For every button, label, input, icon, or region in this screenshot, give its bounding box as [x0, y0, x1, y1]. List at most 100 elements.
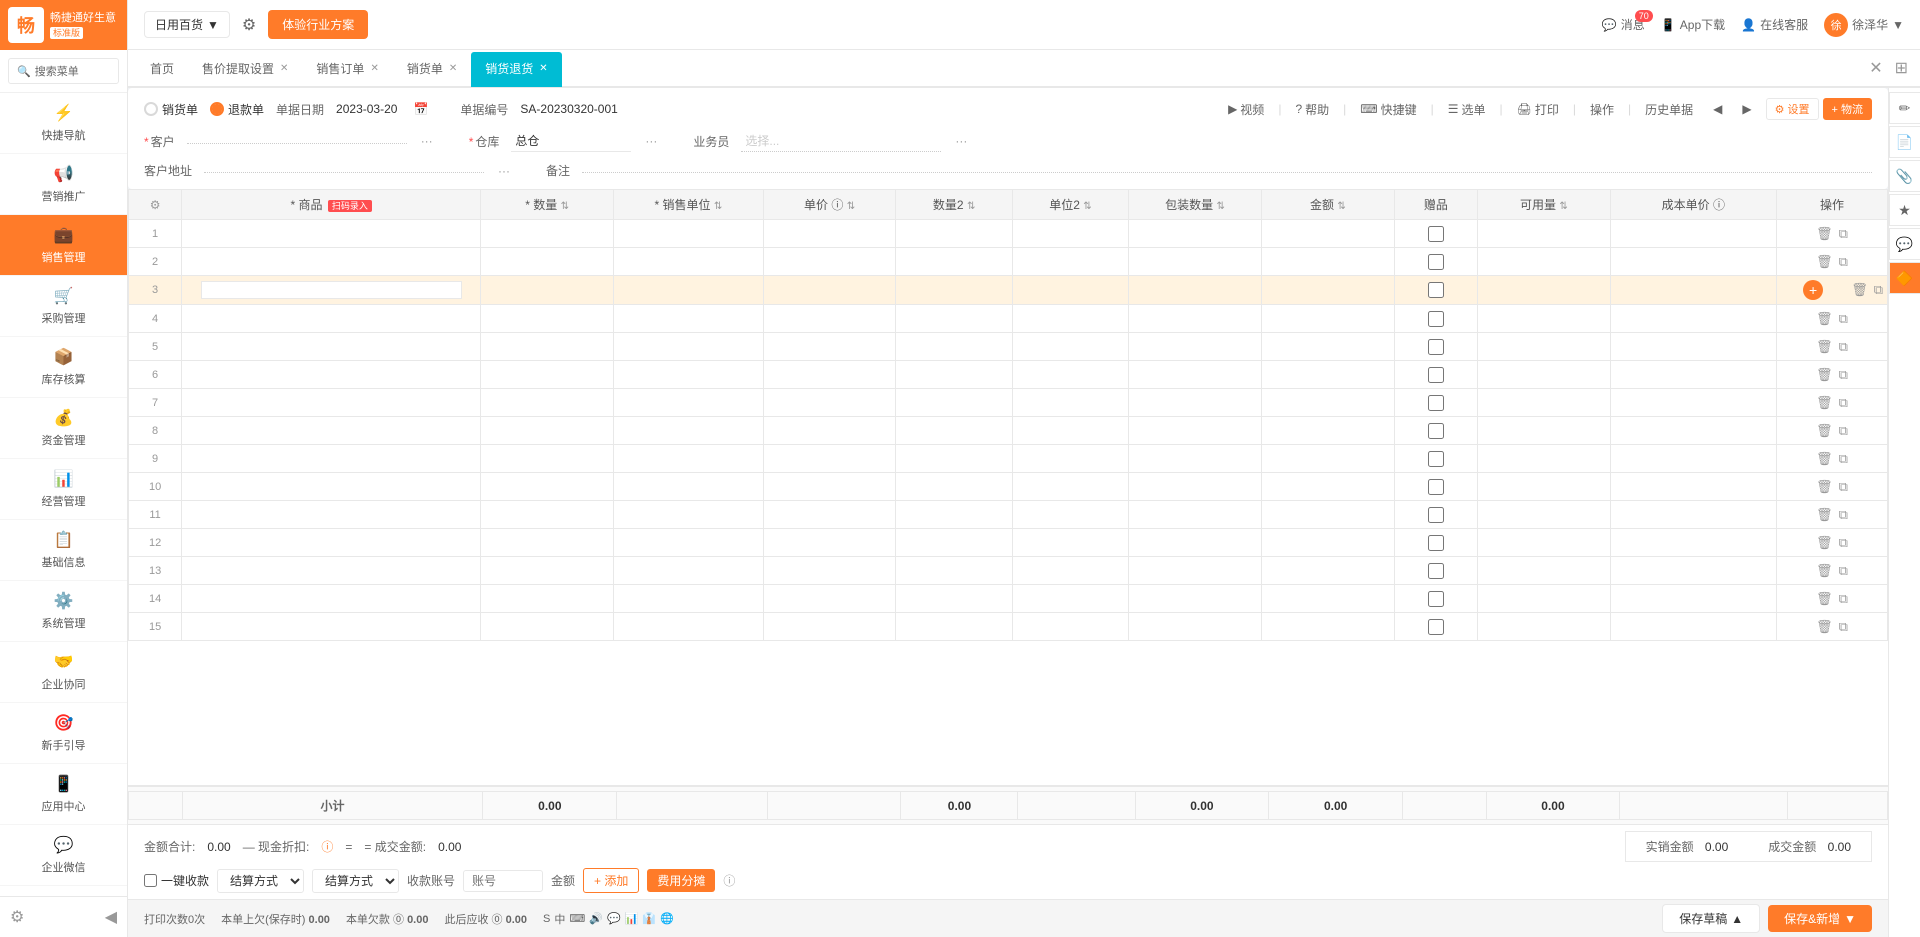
quantity-cell[interactable] [481, 417, 614, 445]
quantity2-cell[interactable] [896, 389, 1012, 417]
settlement-select[interactable]: 结算方式 [217, 869, 304, 893]
delete-row-icon[interactable]: 🗑 [1816, 254, 1833, 270]
quantity-cell[interactable] [481, 585, 614, 613]
product-cell[interactable] [182, 220, 481, 248]
pack-qty-cell[interactable] [1129, 389, 1262, 417]
next-record-button[interactable]: ▶ [1736, 100, 1757, 118]
logistics-button[interactable]: + 物流 [1823, 98, 1872, 120]
unit-price-cell[interactable] [763, 585, 896, 613]
unit-price-cell[interactable] [763, 361, 896, 389]
sidebar-item-operations[interactable]: 📊 经营管理 [0, 459, 127, 520]
gift-cell[interactable] [1394, 445, 1477, 473]
quantity2-cell[interactable] [896, 305, 1012, 333]
cost-price-cell[interactable] [1610, 361, 1776, 389]
cost-price-cell[interactable] [1610, 445, 1776, 473]
customer-more-icon[interactable]: ··· [421, 134, 433, 148]
col-gear-header[interactable]: ⚙ [129, 190, 182, 220]
pack-qty-cell[interactable] [1129, 613, 1262, 641]
copy-row-icon[interactable]: ⧉ [1839, 535, 1848, 551]
quantity2-cell[interactable] [896, 445, 1012, 473]
one-key-pay-check[interactable] [144, 874, 157, 887]
sidebar-item-guide[interactable]: 🎯 新手引导 [0, 703, 127, 764]
unit2-cell[interactable] [1012, 333, 1128, 361]
unit-price-cell[interactable] [763, 333, 896, 361]
pack-qty-cell[interactable] [1129, 305, 1262, 333]
col-unit-price-header[interactable]: 单价 ⓘ ⇅ [763, 190, 896, 220]
col-available-header[interactable]: 可用量 ⇅ [1477, 190, 1610, 220]
quantity-cell[interactable] [481, 473, 614, 501]
quantity-cell[interactable] [481, 557, 614, 585]
delete-row-icon[interactable]: 🗑 [1816, 451, 1833, 467]
unit2-cell[interactable] [1012, 473, 1128, 501]
unit-price-cell[interactable] [763, 276, 896, 305]
copy-row-icon[interactable]: ⧉ [1839, 507, 1848, 523]
gift-cell[interactable] [1394, 417, 1477, 445]
available-cell[interactable] [1477, 220, 1610, 248]
amount-cell[interactable] [1261, 333, 1394, 361]
table-settings-icon[interactable]: ⚙ [146, 198, 165, 212]
pack-qty-cell[interactable] [1129, 417, 1262, 445]
delete-row-icon[interactable]: 🗑 [1816, 479, 1833, 495]
customer-address-input[interactable] [204, 168, 484, 173]
available-cell[interactable] [1477, 557, 1610, 585]
gift-cell[interactable] [1394, 529, 1477, 557]
amount-cell[interactable] [1261, 501, 1394, 529]
pack-qty-cell[interactable] [1129, 248, 1262, 276]
copy-row-icon[interactable]: ⧉ [1839, 423, 1848, 439]
tab-sales-order[interactable]: 销售订单 ✕ [302, 52, 392, 87]
quantity2-cell[interactable] [896, 220, 1012, 248]
available-cell[interactable] [1477, 585, 1610, 613]
help-button[interactable]: ? 帮助 [1289, 99, 1335, 120]
quantity2-cell[interactable] [896, 276, 1012, 305]
history-button[interactable]: 历史单据 [1639, 99, 1699, 120]
sidebar-item-collab[interactable]: 🤝 企业协同 [0, 642, 127, 703]
cost-price-cell[interactable] [1610, 557, 1776, 585]
cost-price-cell[interactable] [1610, 276, 1776, 305]
quantity2-cell[interactable] [896, 361, 1012, 389]
col-quantity-header[interactable]: * 数量 ⇅ [481, 190, 614, 220]
product-cell[interactable] [182, 305, 481, 333]
sales-unit-cell[interactable] [614, 473, 764, 501]
right-float-star[interactable]: ★ [1889, 194, 1920, 226]
cost-price-cell[interactable] [1610, 585, 1776, 613]
amount-cell[interactable] [1261, 305, 1394, 333]
gift-checkbox[interactable] [1428, 563, 1444, 579]
user-menu[interactable]: 徐 徐泽华 ▼ [1824, 13, 1904, 37]
amount-cell[interactable] [1261, 389, 1394, 417]
unit-price-cell[interactable] [763, 529, 896, 557]
right-float-active[interactable]: 🔶 [1889, 262, 1920, 294]
product-cell[interactable] [182, 557, 481, 585]
gift-cell[interactable] [1394, 333, 1477, 361]
gift-checkbox[interactable] [1428, 226, 1444, 242]
add-row-button[interactable]: + [1803, 280, 1823, 300]
salesperson-more-icon[interactable]: ··· [955, 134, 967, 148]
sidebar-item-marketing[interactable]: 📢 营销推广 [0, 154, 127, 215]
tab-close-sales-return[interactable]: ✕ [539, 63, 547, 74]
available-cell[interactable] [1477, 248, 1610, 276]
sales-unit-cell[interactable] [614, 417, 764, 445]
quantity-cell[interactable] [481, 361, 614, 389]
radio-delivery[interactable]: 销货单 [144, 101, 198, 118]
sales-unit-cell[interactable] [614, 613, 764, 641]
sales-unit-cell[interactable] [614, 220, 764, 248]
copy-row-icon[interactable]: ⧉ [1839, 254, 1848, 270]
copy-row-icon[interactable]: ⧉ [1839, 395, 1848, 411]
product-cell[interactable] [182, 333, 481, 361]
sales-unit-cell[interactable] [614, 333, 764, 361]
unit2-cell[interactable] [1012, 417, 1128, 445]
quantity-cell[interactable] [481, 445, 614, 473]
copy-row-icon[interactable]: ⧉ [1839, 591, 1848, 607]
sales-unit-cell[interactable] [614, 501, 764, 529]
unit-price-cell[interactable] [763, 417, 896, 445]
one-key-pay-checkbox[interactable]: 一键收款 [144, 872, 209, 889]
sidebar-item-purchase[interactable]: 🛒 采购管理 [0, 276, 127, 337]
delete-row-icon[interactable]: 🗑 [1851, 282, 1868, 298]
product-cell[interactable] [182, 613, 481, 641]
tab-bar-close-button[interactable]: ✕ [1865, 54, 1886, 82]
gift-cell[interactable] [1394, 305, 1477, 333]
copy-row-icon[interactable]: ⧉ [1839, 311, 1848, 327]
sidebar-item-member[interactable]: 👑 畅会员 [0, 886, 127, 896]
select-button[interactable]: ☰ 选单 [1442, 99, 1492, 120]
gift-cell[interactable] [1394, 276, 1477, 305]
col-amount-header[interactable]: 金额 ⇅ [1261, 190, 1394, 220]
